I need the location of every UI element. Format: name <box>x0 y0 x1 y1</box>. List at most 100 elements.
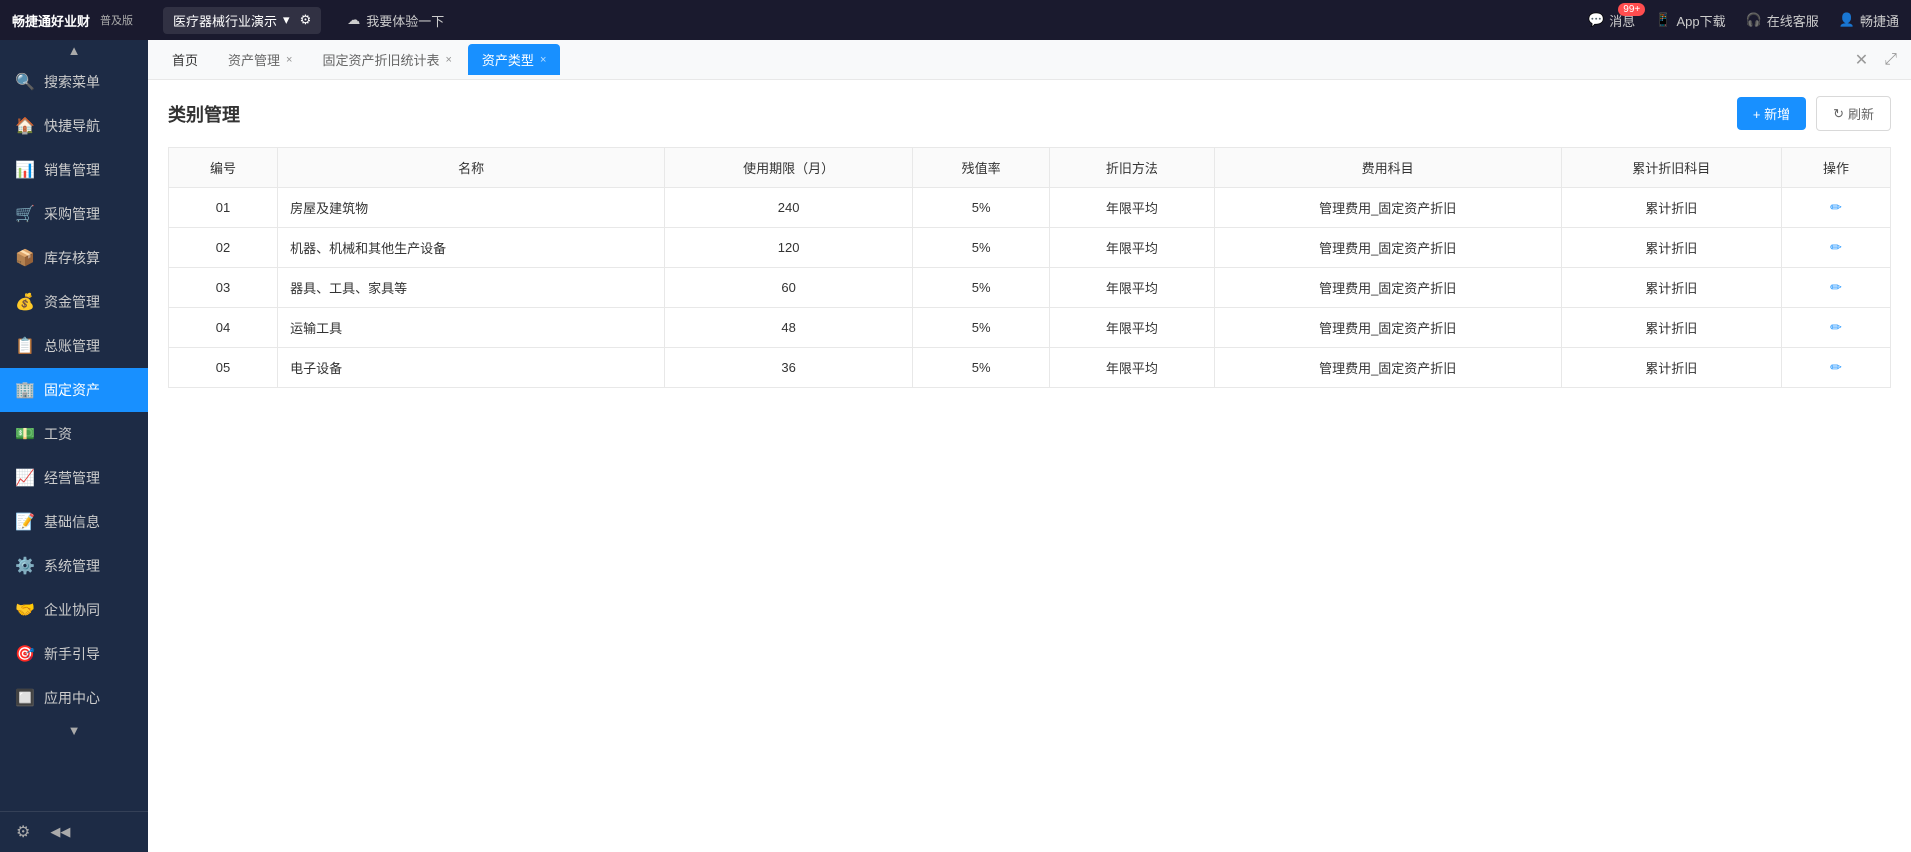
sidebar-item-operations[interactable]: 📈 经营管理 <box>0 456 148 500</box>
cell-code[interactable]: 01 <box>169 188 278 228</box>
capital-icon: 💰 <box>16 293 34 311</box>
cell-name: 机器、机械和其他生产设备 <box>278 228 665 268</box>
cell-accumulated_subject[interactable]: 累计折旧 <box>1561 308 1781 348</box>
cell-action[interactable]: ✏ <box>1781 308 1890 348</box>
version-badge: 普及版 <box>100 12 133 28</box>
close-tab-button[interactable]: ✕ <box>1851 48 1872 72</box>
sidebar-item-ledger[interactable]: 📋 总账管理 <box>0 324 148 368</box>
sidebar-item-label: 快捷导航 <box>44 116 100 136</box>
sidebar-scroll-up[interactable]: ▲ <box>0 40 148 60</box>
cell-code[interactable]: 04 <box>169 308 278 348</box>
cell-accumulated_subject[interactable]: 累计折旧 <box>1561 188 1781 228</box>
edit-icon[interactable]: ✏ <box>1830 279 1842 295</box>
cell-name: 电子设备 <box>278 348 665 388</box>
sidebar-item-capital[interactable]: 💰 资金管理 <box>0 280 148 324</box>
sidebar-item-label: 企业协同 <box>44 600 100 620</box>
edit-icon[interactable]: ✏ <box>1830 319 1842 335</box>
chevron-down-icon: ▾ <box>283 12 290 28</box>
message-badge: 99+ <box>1618 3 1645 16</box>
cell-action[interactable]: ✏ <box>1781 188 1890 228</box>
cell-period: 36 <box>665 348 913 388</box>
tab-depreciation[interactable]: 固定资产折旧统计表 × <box>308 44 465 75</box>
sidebar-item-quick-nav[interactable]: 🏠 快捷导航 <box>0 104 148 148</box>
sidebar-item-label: 新手引导 <box>44 644 100 664</box>
sidebar-item-app-center[interactable]: 🔲 应用中心 <box>0 676 148 720</box>
sidebar-item-sales[interactable]: 📊 销售管理 <box>0 148 148 192</box>
top-bar-right: 💬 消息 99+ 📱 App下载 🎧 在线客服 👤 畅捷通 <box>1588 11 1899 30</box>
sidebar-item-label: 销售管理 <box>44 160 100 180</box>
cell-method: 年限平均 <box>1050 188 1215 228</box>
app-logo: 畅捷通好业财 <box>12 11 90 30</box>
sidebar-scroll-down[interactable]: ▼ <box>0 720 148 740</box>
sidebar-item-guide[interactable]: 🎯 新手引导 <box>0 632 148 676</box>
sidebar-item-label: 资金管理 <box>44 292 100 312</box>
message-icon: 💬 <box>1588 12 1604 28</box>
inventory-icon: 📦 <box>16 249 34 267</box>
cell-action[interactable]: ✏ <box>1781 268 1890 308</box>
sidebar-item-label: 应用中心 <box>44 688 100 708</box>
cell-code[interactable]: 02 <box>169 228 278 268</box>
col-header-method: 折旧方法 <box>1050 148 1215 188</box>
try-button[interactable]: ☁ 我要体验一下 <box>347 11 444 30</box>
user-profile-button[interactable]: 👤 畅捷通 <box>1839 11 1899 30</box>
enterprise-icon: 🤝 <box>16 601 34 619</box>
sidebar-item-label: 库存核算 <box>44 248 100 268</box>
col-header-code: 编号 <box>169 148 278 188</box>
customer-service-button[interactable]: 🎧 在线客服 <box>1746 11 1819 30</box>
page-content: 类别管理 + 新增 ↻ 刷新 编号 名称 使用期限（月） 残值率 <box>148 80 1911 852</box>
sidebar-item-salary[interactable]: 💵 工资 <box>0 412 148 456</box>
table-row: 03器具、工具、家具等605%年限平均管理费用_固定资产折旧累计折旧✏ <box>169 268 1891 308</box>
sidebar-item-inventory[interactable]: 📦 库存核算 <box>0 236 148 280</box>
cell-method: 年限平均 <box>1050 268 1215 308</box>
cell-accumulated_subject[interactable]: 累计折旧 <box>1561 348 1781 388</box>
sidebar-item-label: 经营管理 <box>44 468 100 488</box>
cell-residual: 5% <box>913 308 1050 348</box>
sidebar-item-fixed-assets[interactable]: 🏢 固定资产 <box>0 368 148 412</box>
industry-selector[interactable]: 医疗器械行业演示 ▾ ⚙ <box>163 7 321 34</box>
tab-asset-mgmt[interactable]: 资产管理 × <box>214 44 306 75</box>
user-label: 畅捷通 <box>1860 11 1899 30</box>
edit-icon[interactable]: ✏ <box>1830 359 1842 375</box>
cell-accumulated_subject[interactable]: 累计折旧 <box>1561 228 1781 268</box>
tab-asset-mgmt-close[interactable]: × <box>286 54 292 66</box>
operations-icon: 📈 <box>16 469 34 487</box>
app-center-icon: 🔲 <box>16 689 34 707</box>
tab-asset-type-label: 资产类型 <box>482 50 534 69</box>
refresh-button[interactable]: ↻ 刷新 <box>1816 96 1891 131</box>
tab-controls: ✕ ⤢ <box>1851 48 1901 72</box>
search-icon: 🔍 <box>16 73 34 91</box>
refresh-label: 刷新 <box>1848 104 1874 123</box>
tab-asset-type-close[interactable]: × <box>540 54 546 66</box>
sidebar-item-enterprise[interactable]: 🤝 企业协同 <box>0 588 148 632</box>
message-button[interactable]: 💬 消息 99+ <box>1588 11 1635 30</box>
sidebar-item-basic-info[interactable]: 📝 基础信息 <box>0 500 148 544</box>
sidebar-item-purchase[interactable]: 🛒 采购管理 <box>0 192 148 236</box>
cell-expense_subject: 管理费用_固定资产折旧 <box>1214 348 1561 388</box>
app-download-button[interactable]: 📱 App下载 <box>1655 11 1725 30</box>
new-button[interactable]: + 新增 <box>1737 97 1806 130</box>
cell-residual: 5% <box>913 268 1050 308</box>
cell-code[interactable]: 05 <box>169 348 278 388</box>
cell-action[interactable]: ✏ <box>1781 228 1890 268</box>
col-header-expense: 费用科目 <box>1214 148 1561 188</box>
app-download-label: App下载 <box>1676 11 1725 30</box>
tab-home-label: 首页 <box>172 50 198 69</box>
settings-bottom-icon[interactable]: ⚙ <box>16 822 30 842</box>
service-icon: 🎧 <box>1746 12 1762 28</box>
settings-icon[interactable]: ⚙ <box>300 12 312 28</box>
sidebar-item-search[interactable]: 🔍 搜索菜单 <box>0 60 148 104</box>
sidebar-bottom: ⚙ ◀◀ <box>0 811 148 852</box>
cell-code[interactable]: 03 <box>169 268 278 308</box>
cell-action[interactable]: ✏ <box>1781 348 1890 388</box>
tab-home[interactable]: 首页 <box>158 44 212 75</box>
collapse-icon[interactable]: ◀◀ <box>50 824 70 840</box>
sidebar-item-label: 系统管理 <box>44 556 100 576</box>
sidebar-item-system[interactable]: ⚙️ 系统管理 <box>0 544 148 588</box>
cell-accumulated_subject[interactable]: 累计折旧 <box>1561 268 1781 308</box>
tab-depreciation-close[interactable]: × <box>445 54 451 66</box>
expand-tab-button[interactable]: ⤢ <box>1880 49 1901 71</box>
edit-icon[interactable]: ✏ <box>1830 199 1842 215</box>
edit-icon[interactable]: ✏ <box>1830 239 1842 255</box>
tab-asset-type[interactable]: 资产类型 × <box>468 44 560 75</box>
top-bar-left: 畅捷通好业财 普及版 医疗器械行业演示 ▾ ⚙ ☁ 我要体验一下 <box>12 7 444 34</box>
